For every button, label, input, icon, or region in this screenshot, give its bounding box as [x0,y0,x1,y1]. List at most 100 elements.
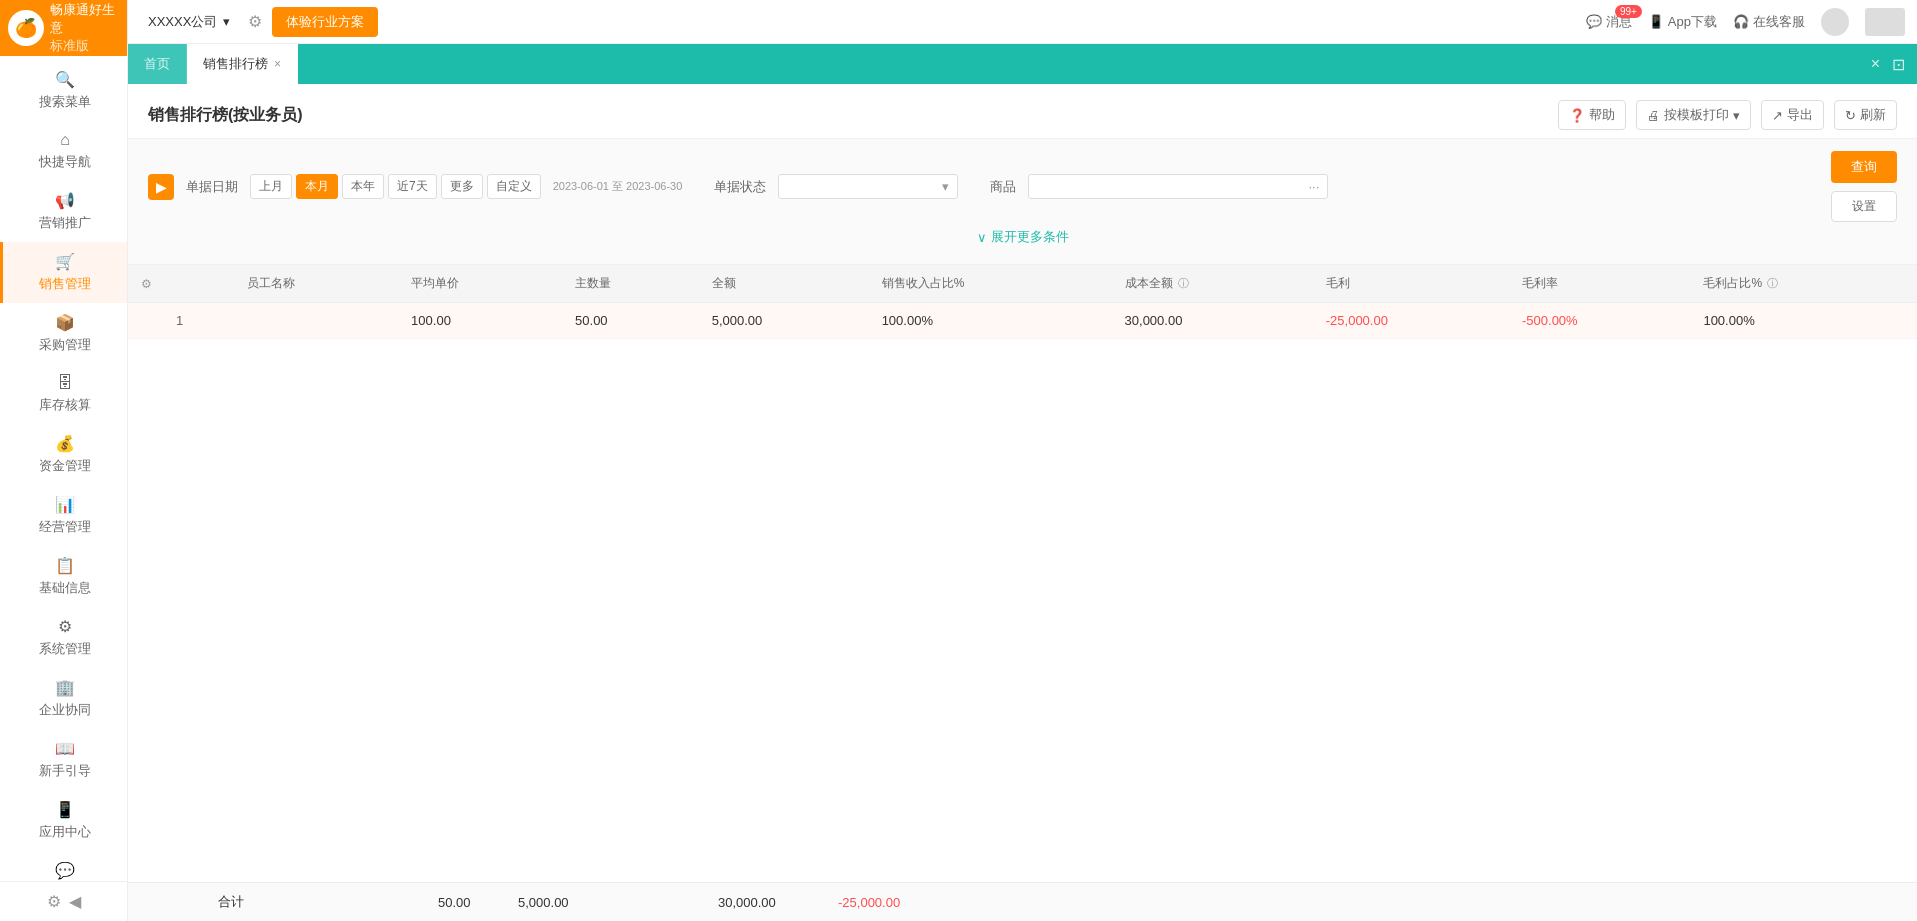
goods-filter-more-icon[interactable]: ··· [1309,179,1320,194]
message-icon: 💬 [1586,14,1602,29]
sales-pct-cell: 100.00% [870,303,1113,339]
logo-title: 畅康通好生意 [50,1,119,37]
sidebar-item-finance[interactable]: 💰 资金管理 [0,424,127,485]
help-button[interactable]: ❓ 帮助 [1558,100,1626,130]
date-range-display: 2023-06-01 至 2023-06-30 [553,179,683,194]
date-btn-this-year[interactable]: 本年 [342,174,384,199]
gross-pct-info-icon[interactable]: ⓘ [1767,277,1778,289]
date-btn-this-month[interactable]: 本月 [296,174,338,199]
col-settings[interactable]: ⚙ [128,265,164,303]
company-name: XXXXX公司 [148,13,217,31]
marketing-icon: 📢 [55,191,75,210]
home-icon: ⌂ [60,131,70,149]
sidebar-item-label: 库存核算 [39,396,91,414]
wechat-icon: 💬 [55,861,75,880]
template-print-button[interactable]: 🖨 按模板打印 ▾ [1636,100,1751,130]
filter-expand-arrow[interactable]: ▶ [148,174,174,200]
data-table: ⚙ 员工名称 平均单价 主数量 全额 销售收入占比% 成本全额 ⓘ 毛利 [128,265,1917,339]
footer-gross-cell: -25,000.00 [826,895,926,910]
basic-info-icon: 📋 [55,556,75,575]
sidebar-item-search[interactable]: 🔍 搜索菜单 [0,60,127,121]
logo-text: 畅康通好生意 标准版 [50,1,119,56]
avatar[interactable] [1821,8,1849,36]
col-avg-price: 平均单价 [399,265,563,303]
sidebar-item-enterprise[interactable]: 🏢 企业协同 [0,668,127,729]
goods-filter[interactable]: ··· [1028,174,1328,199]
company-selector[interactable]: XXXXX公司 ▾ [140,9,238,35]
query-actions: 查询 设置 [1831,151,1897,222]
tabbar: 首页 销售排行榜 × × ⊡ [128,44,1917,84]
col-gross-pct: 毛利占比% ⓘ [1691,265,1917,303]
sidebar-item-quick-nav[interactable]: ⌂ 快捷导航 [0,121,127,181]
mobile-icon: 📱 [1648,14,1664,29]
sidebar-item-purchase[interactable]: 📦 采购管理 [0,303,127,364]
online-service-item[interactable]: 🎧 在线客服 [1733,13,1805,31]
setting-button[interactable]: 设置 [1831,191,1897,222]
cost-info-icon[interactable]: ⓘ [1178,277,1189,289]
page-actions: ❓ 帮助 🖨 按模板打印 ▾ ↗ 导出 ↻ 刷新 [1558,100,1897,130]
sidebar-item-label: 资金管理 [39,457,91,475]
col-rank [164,265,235,303]
goods-filter-label: 商品 [990,178,1016,196]
sidebar-item-operations[interactable]: 📊 经营管理 [0,485,127,546]
refresh-label: 刷新 [1860,106,1886,124]
settings-icon[interactable]: ⚙ [248,12,262,31]
sidebar-item-guide[interactable]: 📖 新手引导 [0,729,127,790]
employee-cell [235,303,399,339]
message-badge: 99+ [1615,5,1642,18]
tab-maximize-icon[interactable]: ⊡ [1892,55,1905,74]
tab-sales-ranking[interactable]: 销售排行榜 × [187,44,298,84]
chevron-down-icon: ▾ [1733,108,1740,123]
sidebar-item-wechat[interactable]: 💬 企业微信 [0,851,127,881]
content-inner: 销售排行榜(按业务员) ❓ 帮助 🖨 按模板打印 ▾ ↗ 导出 [128,84,1917,921]
sidebar-item-label: 基础信息 [39,579,91,597]
status-filter-select[interactable]: ▾ [778,174,958,199]
chevron-down-icon: ▾ [223,14,230,29]
date-btn-custom[interactable]: 自定义 [487,174,541,199]
tab-home-label: 首页 [144,55,170,73]
footer-cost-cell: 30,000.00 [706,895,826,910]
trial-button[interactable]: 体验行业方案 [272,7,378,37]
footer-row: 合计 50.00 5,000.00 30,000.00 -25,000.00 [140,893,1905,911]
message-item[interactable]: 💬 消息 99+ [1586,13,1632,31]
export-icon: ↗ [1772,108,1783,123]
tab-home[interactable]: 首页 [128,44,187,84]
sidebar-item-inventory[interactable]: 🗄 库存核算 [0,364,127,424]
date-btn-7days[interactable]: 近7天 [388,174,437,199]
date-btn-more[interactable]: 更多 [441,174,483,199]
system-icon: ⚙ [58,617,72,636]
sidebar-item-system[interactable]: ⚙ 系统管理 [0,607,127,668]
collapse-icon[interactable]: ◀ [69,892,81,911]
sidebar-item-sales[interactable]: 🛒 销售管理 [0,242,127,303]
topbar: XXXXX公司 ▾ ⚙ 体验行业方案 💬 消息 99+ 📱 App下载 🎧 在线… [128,0,1917,44]
sidebar-item-basic-info[interactable]: 📋 基础信息 [0,546,127,607]
sidebar-item-apps[interactable]: 📱 应用中心 [0,790,127,851]
tab-close-all-icon[interactable]: × [1871,55,1880,73]
query-button[interactable]: 查询 [1831,151,1897,183]
sidebar-item-label: 经营管理 [39,518,91,536]
export-label: 导出 [1787,106,1813,124]
content-area: 销售排行榜(按业务员) ❓ 帮助 🖨 按模板打印 ▾ ↗ 导出 [128,84,1917,921]
sidebar-item-label: 企业协同 [39,701,91,719]
refresh-button[interactable]: ↻ 刷新 [1834,100,1897,130]
guide-icon: 📖 [55,739,75,758]
page-header: 销售排行榜(按业务员) ❓ 帮助 🖨 按模板打印 ▾ ↗ 导出 [128,84,1917,139]
tabbar-right: × ⊡ [1871,55,1917,74]
sidebar: 🍊 畅康通好生意 标准版 🔍 搜索菜单 ⌂ 快捷导航 📢 营销推广 🛒 销售管理… [0,0,128,921]
tab-close-icon[interactable]: × [274,57,281,71]
sidebar-item-marketing[interactable]: 📢 营销推广 [0,181,127,242]
tab-sales-ranking-label: 销售排行榜 [203,55,268,73]
export-button[interactable]: ↗ 导出 [1761,100,1824,130]
cost-cell: 30,000.00 [1113,303,1314,339]
gross-pct-cell: 100.00% [1691,303,1917,339]
operations-icon: 📊 [55,495,75,514]
settings-bottom-icon[interactable]: ⚙ [47,892,61,911]
expand-more-bar[interactable]: ∨ 展开更多条件 [148,222,1897,252]
help-icon: ❓ [1569,108,1585,123]
sidebar-item-label: 销售管理 [39,275,91,293]
col-cost: 成本全额 ⓘ [1113,265,1314,303]
date-btn-last-month[interactable]: 上月 [250,174,292,199]
app-download-item[interactable]: 📱 App下载 [1648,13,1717,31]
col-gross-rate: 毛利率 [1510,265,1691,303]
search-icon: 🔍 [55,70,75,89]
